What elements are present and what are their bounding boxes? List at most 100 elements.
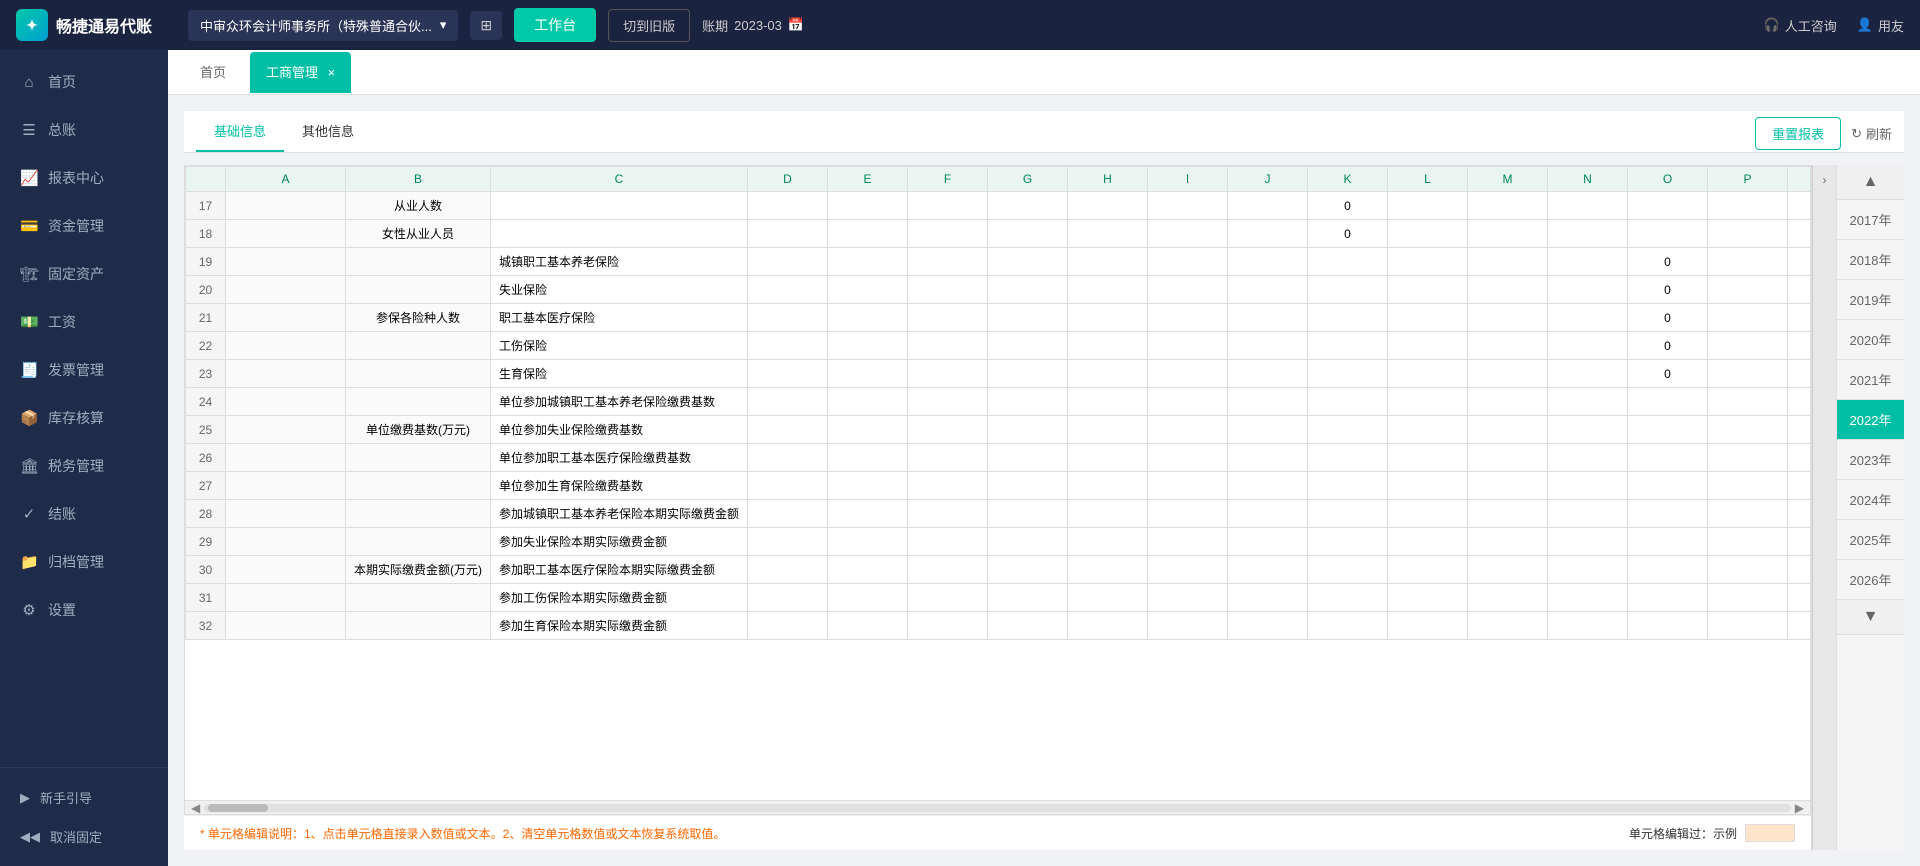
cell-l[interactable] — [1388, 276, 1468, 304]
service-button[interactable]: 🎧 人工咨询 — [1764, 16, 1837, 35]
cell-f[interactable] — [908, 360, 988, 388]
cell-i[interactable] — [1148, 192, 1228, 220]
collapse-button[interactable]: › — [1812, 165, 1836, 195]
copy-icon-button[interactable]: ⊞ — [470, 11, 502, 40]
cell-i[interactable] — [1148, 612, 1228, 640]
cell-l[interactable] — [1388, 556, 1468, 584]
cell-q[interactable] — [1788, 332, 1810, 360]
cell-i[interactable] — [1148, 388, 1228, 416]
cell-j[interactable] — [1228, 472, 1308, 500]
year-up-button[interactable]: ▲ — [1837, 165, 1904, 200]
cell-f[interactable] — [908, 612, 988, 640]
cell-g[interactable] — [988, 192, 1068, 220]
cell-c[interactable]: 参加工伤保险本期实际缴费金额 — [491, 584, 748, 612]
cell-o[interactable] — [1628, 584, 1708, 612]
cell-g[interactable] — [988, 332, 1068, 360]
cell-d[interactable] — [748, 192, 828, 220]
cell-l[interactable] — [1388, 612, 1468, 640]
cell-o[interactable]: 0 — [1628, 248, 1708, 276]
cell-e[interactable] — [828, 248, 908, 276]
cell-b[interactable] — [346, 444, 491, 472]
cell-m[interactable] — [1468, 584, 1548, 612]
cell-m[interactable] — [1468, 304, 1548, 332]
cell-c[interactable]: 单位参加失业保险缴费基数 — [491, 416, 748, 444]
cell-a[interactable] — [226, 220, 346, 248]
cell-j[interactable] — [1228, 248, 1308, 276]
cell-j[interactable] — [1228, 192, 1308, 220]
cell-b[interactable]: 单位缴费基数(万元) — [346, 416, 491, 444]
cell-j[interactable] — [1228, 304, 1308, 332]
cell-l[interactable] — [1388, 444, 1468, 472]
cell-g[interactable] — [988, 444, 1068, 472]
cell-d[interactable] — [748, 276, 828, 304]
cell-q[interactable] — [1788, 612, 1810, 640]
cell-k[interactable]: 0 — [1308, 220, 1388, 248]
cell-e[interactable] — [828, 528, 908, 556]
cell-q[interactable] — [1788, 556, 1810, 584]
refresh-button[interactable]: ↻ 刷新 — [1851, 124, 1892, 143]
cell-d[interactable] — [748, 612, 828, 640]
year-2021[interactable]: 2021年 — [1837, 360, 1904, 400]
cell-j[interactable] — [1228, 584, 1308, 612]
sidebar-item-ledger[interactable]: ☰ 总账 — [0, 106, 168, 154]
cell-p[interactable] — [1708, 556, 1788, 584]
cell-k[interactable] — [1308, 304, 1388, 332]
cell-p[interactable] — [1708, 612, 1788, 640]
cell-c[interactable]: 职工基本医疗保险 — [491, 304, 748, 332]
cell-e[interactable] — [828, 444, 908, 472]
cell-i[interactable] — [1148, 304, 1228, 332]
cell-c[interactable]: 单位参加职工基本医疗保险缴费基数 — [491, 444, 748, 472]
cell-j[interactable] — [1228, 612, 1308, 640]
cell-e[interactable] — [828, 472, 908, 500]
cell-g[interactable] — [988, 556, 1068, 584]
cell-q[interactable] — [1788, 416, 1810, 444]
cell-h[interactable] — [1068, 388, 1148, 416]
cell-d[interactable] — [748, 388, 828, 416]
cell-i[interactable] — [1148, 276, 1228, 304]
reset-report-button[interactable]: 重置报表 — [1755, 117, 1841, 150]
cell-a[interactable] — [226, 360, 346, 388]
cell-k[interactable] — [1308, 416, 1388, 444]
cell-d[interactable] — [748, 472, 828, 500]
cell-h[interactable] — [1068, 612, 1148, 640]
cell-q[interactable] — [1788, 248, 1810, 276]
cell-m[interactable] — [1468, 388, 1548, 416]
cell-e[interactable] — [828, 584, 908, 612]
sub-tab-basic[interactable]: 基础信息 — [196, 111, 284, 152]
cell-b[interactable] — [346, 612, 491, 640]
cell-d[interactable] — [748, 500, 828, 528]
cell-j[interactable] — [1228, 528, 1308, 556]
cell-o[interactable] — [1628, 388, 1708, 416]
cell-h[interactable] — [1068, 416, 1148, 444]
cell-m[interactable] — [1468, 444, 1548, 472]
cell-o[interactable] — [1628, 612, 1708, 640]
cell-f[interactable] — [908, 444, 988, 472]
cell-a[interactable] — [226, 472, 346, 500]
cell-l[interactable] — [1388, 416, 1468, 444]
sidebar-item-close-accounts[interactable]: ✓ 结账 — [0, 490, 168, 538]
tab-home[interactable]: 首页 — [184, 52, 242, 93]
cell-q[interactable] — [1788, 276, 1810, 304]
year-2024[interactable]: 2024年 — [1837, 480, 1904, 520]
cell-i[interactable] — [1148, 556, 1228, 584]
year-2019[interactable]: 2019年 — [1837, 280, 1904, 320]
cell-f[interactable] — [908, 304, 988, 332]
cell-l[interactable] — [1388, 220, 1468, 248]
cell-k[interactable] — [1308, 248, 1388, 276]
cell-a[interactable] — [226, 304, 346, 332]
cell-p[interactable] — [1708, 276, 1788, 304]
cell-f[interactable] — [908, 556, 988, 584]
cell-n[interactable] — [1548, 612, 1628, 640]
cell-e[interactable] — [828, 360, 908, 388]
cell-e[interactable] — [828, 304, 908, 332]
cell-l[interactable] — [1388, 528, 1468, 556]
cell-p[interactable] — [1708, 220, 1788, 248]
cell-n[interactable] — [1548, 192, 1628, 220]
cell-d[interactable] — [748, 584, 828, 612]
cell-m[interactable] — [1468, 220, 1548, 248]
cell-p[interactable] — [1708, 584, 1788, 612]
cell-b[interactable] — [346, 276, 491, 304]
cell-h[interactable] — [1068, 472, 1148, 500]
cell-p[interactable] — [1708, 192, 1788, 220]
cell-h[interactable] — [1068, 248, 1148, 276]
